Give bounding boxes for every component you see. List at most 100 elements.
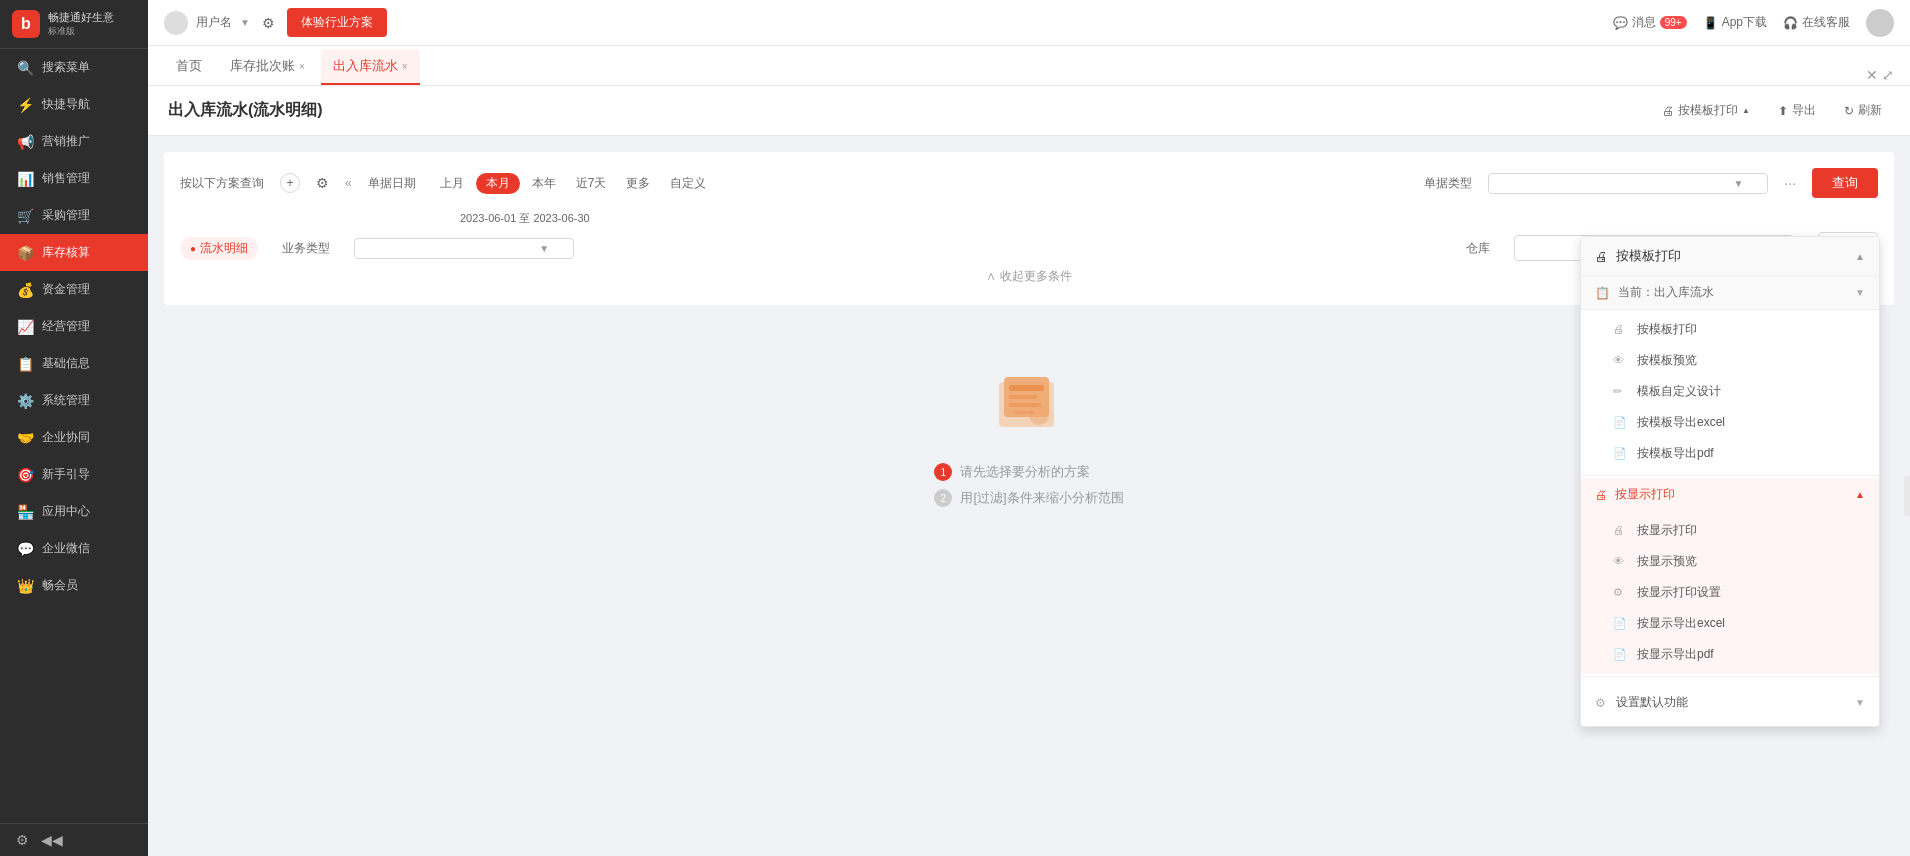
print-dropdown-icon: 🖨: [1595, 249, 1608, 264]
user-dropdown-icon: ▼: [240, 17, 250, 28]
top-header: 用户名 ▼ ⚙ 体验行业方案 💬 消息 99+ 📱 App下载 🎧 在线客服: [148, 0, 1910, 46]
display-excel-item[interactable]: 📄 按显示导出excel: [1581, 608, 1879, 639]
sidebar-item-basic[interactable]: 📋 基础信息: [0, 345, 148, 382]
template-print-item[interactable]: 🖨 按模板打印: [1581, 314, 1879, 345]
collapse-icon-up: ∧: [986, 269, 996, 283]
header-actions: 💬 消息 99+ 📱 App下载 🎧 在线客服: [1613, 9, 1894, 37]
template-preview-icon: 👁: [1613, 354, 1627, 368]
sidebar-nav: 🔍 搜索菜单 ⚡ 快捷导航 📢 营销推广 📊 销售管理 🛒 采购管理 📦 库存核…: [0, 49, 148, 823]
print-dropdown-panel: 🖨 按模板打印 ▲ 📋 当前：出入库流水 ▼ 🖨 按模板打印: [1580, 236, 1880, 727]
filter-collapse-button[interactable]: «: [345, 176, 352, 190]
template-excel-item[interactable]: 📄 按模板导出excel: [1581, 407, 1879, 438]
svg-rect-3: [1009, 395, 1037, 399]
doc-type-label: 单据类型: [1424, 175, 1472, 192]
display-preview-icon: 👁: [1613, 555, 1627, 569]
display-section-arrow: ▲: [1855, 489, 1865, 500]
dropdown-header: 🖨 按模板打印 ▲: [1581, 237, 1879, 276]
date-custom[interactable]: 自定义: [662, 172, 714, 195]
template-custom-item[interactable]: ✏ 模板自定义设计: [1581, 376, 1879, 407]
template-pdf-item[interactable]: 📄 按模板导出pdf: [1581, 438, 1879, 469]
export-btn[interactable]: ⬆ 导出: [1770, 98, 1824, 123]
messages-action[interactable]: 💬 消息 99+: [1613, 14, 1687, 31]
doc-type-select[interactable]: ▼: [1488, 173, 1768, 194]
app-download-action[interactable]: 📱 App下载: [1703, 14, 1767, 31]
finance-icon: 💰: [16, 282, 34, 298]
sidebar-item-newbie[interactable]: 🎯 新手引导: [0, 456, 148, 493]
query-button[interactable]: 查询: [1812, 168, 1878, 198]
user-section[interactable]: 用户名 ▼: [164, 11, 250, 35]
user-name: 用户名: [196, 14, 232, 31]
industry-button[interactable]: 体验行业方案: [287, 8, 387, 37]
empty-hint-2: 2 用[过滤]条件来缩小分析范围: [934, 489, 1123, 507]
sidebar-item-label: 经营管理: [42, 318, 90, 335]
tab-inout-close[interactable]: ×: [402, 61, 408, 72]
settings-footer-icon[interactable]: ⚙: [16, 832, 29, 848]
tab-batch[interactable]: 库存批次账 ×: [218, 49, 317, 85]
avatar: [164, 11, 188, 35]
display-pdf-icon: 📄: [1613, 648, 1627, 662]
doc-type-more-icon[interactable]: ···: [1784, 175, 1796, 191]
sidebar-logo: b 畅捷通好生意 标准版: [0, 0, 148, 49]
template-preview-item[interactable]: 👁 按模板预览: [1581, 345, 1879, 376]
date-last-month[interactable]: 上月: [432, 172, 472, 195]
date-more[interactable]: 更多: [618, 172, 658, 195]
set-default-item[interactable]: ⚙ 设置默认功能 ▼: [1595, 687, 1865, 718]
sidebar-item-sales[interactable]: 📊 销售管理: [0, 160, 148, 197]
export-icon: ⬆: [1778, 104, 1788, 118]
sidebar-item-inventory[interactable]: 📦 库存核算: [0, 234, 148, 271]
step-1-num: 1: [934, 463, 952, 481]
sidebar-item-label: 销售管理: [42, 170, 90, 187]
refresh-btn[interactable]: ↻ 刷新: [1836, 98, 1890, 123]
sidebar-item-enterprise[interactable]: 🤝 企业协同: [0, 419, 148, 456]
filter-settings-button[interactable]: ⚙: [316, 175, 329, 191]
sidebar-item-wechat[interactable]: 💬 企业微信: [0, 530, 148, 567]
svg-rect-2: [1009, 385, 1044, 391]
tag-icon: ●: [190, 243, 196, 254]
tab-inout[interactable]: 出入库流水 ×: [321, 49, 420, 85]
display-section-header[interactable]: 🖨 按显示打印 ▲: [1581, 478, 1879, 511]
biz-type-select[interactable]: ▼: [354, 238, 574, 259]
header-avatar[interactable]: [1866, 9, 1894, 37]
sidebar-item-membership[interactable]: 👑 畅会员: [0, 567, 148, 604]
tab-close-all[interactable]: ✕: [1866, 67, 1878, 83]
app-download-label: App下载: [1722, 14, 1767, 31]
sidebar-item-search[interactable]: 🔍 搜索菜单: [0, 49, 148, 86]
display-print-item[interactable]: 🖨 按显示打印: [1581, 515, 1879, 546]
panel-toggle[interactable]: [1904, 476, 1910, 516]
display-settings-icon: ⚙: [1613, 586, 1627, 600]
date-field-label: 单据日期: [368, 175, 416, 192]
display-pdf-item[interactable]: 📄 按显示导出pdf: [1581, 639, 1879, 670]
tab-batch-close[interactable]: ×: [299, 61, 305, 72]
header-settings-icon[interactable]: ⚙: [262, 15, 275, 31]
date-7days[interactable]: 近7天: [568, 172, 615, 195]
display-section-icon: 🖨: [1595, 488, 1607, 502]
date-this-month[interactable]: 本月: [476, 173, 520, 194]
sidebar-item-marketing[interactable]: 📢 营销推广: [0, 123, 148, 160]
print-template-btn[interactable]: 🖨 按模板打印 ▲: [1654, 98, 1758, 123]
message-icon: 💬: [1613, 16, 1628, 30]
dropdown-footer: ⚙ 设置默认功能 ▼: [1581, 679, 1879, 726]
sidebar-item-label: 搜索菜单: [42, 59, 90, 76]
sidebar-item-system[interactable]: ⚙️ 系统管理: [0, 382, 148, 419]
tab-expand[interactable]: ⤢: [1882, 67, 1894, 83]
search-icon: 🔍: [16, 60, 34, 76]
collapse-icon[interactable]: ◀◀: [41, 832, 63, 848]
sidebar-item-shortcut[interactable]: ⚡ 快捷导航: [0, 86, 148, 123]
display-preview-item[interactable]: 👁 按显示预览: [1581, 546, 1879, 577]
sidebar-item-operation[interactable]: 📈 经营管理: [0, 308, 148, 345]
tab-batch-label: 库存批次账: [230, 57, 295, 75]
doc-type-arrow-icon: ▼: [1733, 178, 1743, 189]
messages-badge: 99+: [1660, 16, 1687, 29]
sidebar-item-appstore[interactable]: 🏪 应用中心: [0, 493, 148, 530]
filter-add-button[interactable]: +: [280, 173, 300, 193]
display-settings-item[interactable]: ⚙ 按显示打印设置: [1581, 577, 1879, 608]
online-service-action[interactable]: 🎧 在线客服: [1783, 14, 1850, 31]
sidebar-item-purchase[interactable]: 🛒 采购管理: [0, 197, 148, 234]
set-default-icon: ⚙: [1595, 696, 1606, 710]
tab-home[interactable]: 首页: [164, 49, 214, 85]
sidebar-item-finance[interactable]: 💰 资金管理: [0, 271, 148, 308]
marketing-icon: 📢: [16, 134, 34, 150]
warehouse-label: 仓库: [1466, 240, 1490, 257]
date-this-year[interactable]: 本年: [524, 172, 564, 195]
sidebar-item-label: 企业微信: [42, 540, 90, 557]
